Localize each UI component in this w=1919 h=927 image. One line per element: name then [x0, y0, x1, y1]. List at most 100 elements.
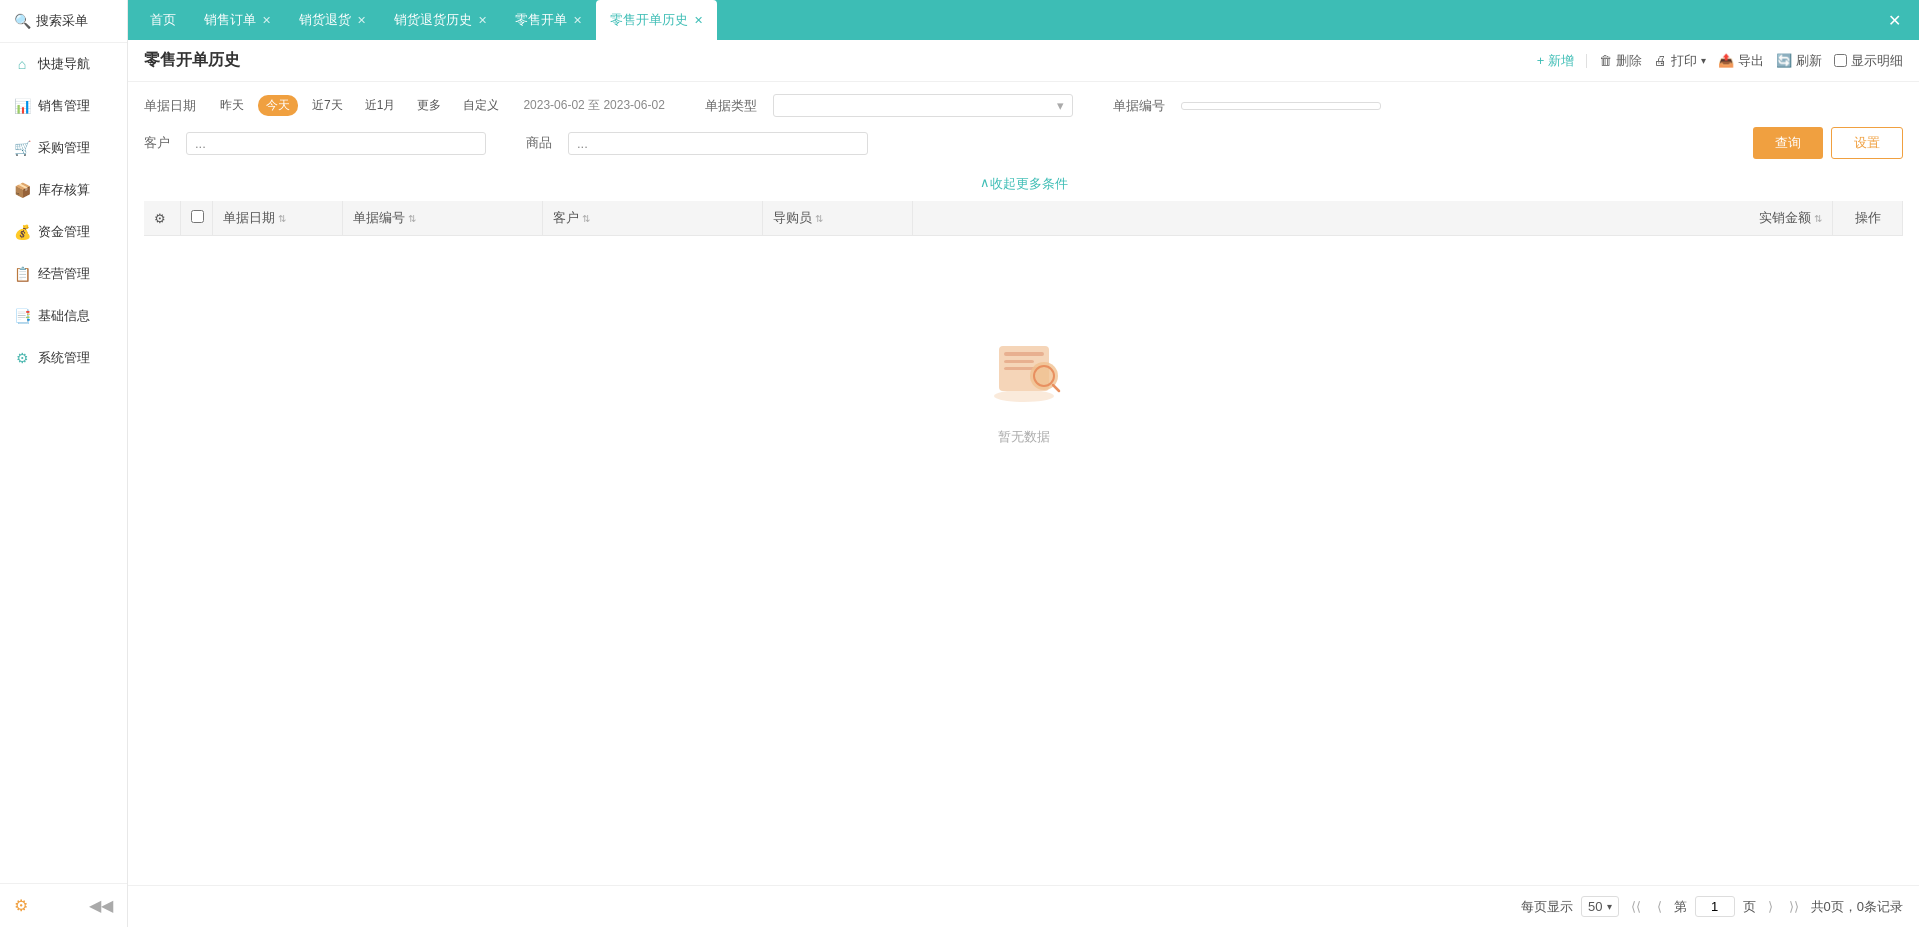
tabbar-close-all[interactable]: ✕: [1878, 11, 1911, 30]
th-salesman[interactable]: 导购员 ⇅: [762, 201, 912, 236]
sort-amount-icon: ⇅: [1814, 213, 1822, 224]
settings-button[interactable]: 设置: [1831, 127, 1903, 159]
date-btn-more[interactable]: 更多: [409, 95, 449, 116]
page-actions: + 新增 🗑 删除 🖨 打印 ▾ 📤 导出 🔄 刷: [1537, 52, 1903, 70]
export-button[interactable]: 📤 导出: [1718, 52, 1764, 70]
close-tab-retail-open[interactable]: ✕: [573, 14, 582, 27]
tab-retail-open-label: 零售开单: [515, 11, 567, 29]
next-page-btn[interactable]: ⟩: [1764, 899, 1777, 914]
print-label: 打印: [1671, 52, 1697, 70]
close-tab-retail-history[interactable]: ✕: [694, 14, 703, 27]
sidebar: 🔍 搜索采单 ⌂ 快捷导航 📊 销售管理 🛒 采购管理 📦 库存核算 💰 资金管…: [0, 0, 128, 927]
tab-retail-history-label: 零售开单历史: [610, 11, 688, 29]
tab-home[interactable]: 首页: [136, 0, 190, 40]
sidebar-search[interactable]: 🔍 搜索采单: [0, 0, 127, 43]
home-icon: ⌂: [14, 56, 30, 72]
th-amount-label: 实销金额: [1759, 209, 1811, 227]
th-settings[interactable]: ⚙: [144, 201, 180, 236]
page-label: 第: [1674, 898, 1687, 916]
delete-button[interactable]: 🗑 删除: [1599, 52, 1642, 70]
collapse-sidebar-icon[interactable]: ◀◀: [89, 896, 113, 915]
th-amount[interactable]: 实销金额 ⇅: [912, 201, 1833, 236]
th-actions-label: 操作: [1855, 210, 1881, 225]
tab-sales-return[interactable]: 销货退货 ✕: [285, 0, 380, 40]
sidebar-item-label: 系统管理: [38, 349, 90, 367]
date-btn-1month[interactable]: 近1月: [357, 95, 404, 116]
select-all-checkbox[interactable]: [191, 210, 204, 223]
per-page-select[interactable]: 50 ▾: [1581, 896, 1618, 917]
finance-icon: 💰: [14, 224, 30, 240]
export-label: 导出: [1738, 52, 1764, 70]
settings-label: 设置: [1854, 135, 1880, 150]
sidebar-item-label: 资金管理: [38, 223, 90, 241]
search-icon: 🔍: [14, 13, 30, 29]
first-page-btn[interactable]: ⟨⟨: [1627, 899, 1645, 914]
filter-row-2: 客户 ... 商品 ... 查询 设置: [144, 127, 1903, 159]
sidebar-item-basic[interactable]: 📑 基础信息: [0, 295, 127, 337]
collapse-filter-row[interactable]: ∧ 收起更多条件: [144, 169, 1903, 201]
close-tab-sales-return-history[interactable]: ✕: [478, 14, 487, 27]
th-actions: 操作: [1833, 201, 1903, 236]
date-btn-7days[interactable]: 近7天: [304, 95, 351, 116]
tab-sales-order[interactable]: 销售订单 ✕: [190, 0, 285, 40]
sidebar-item-shortcuts[interactable]: ⌂ 快捷导航: [0, 43, 127, 85]
th-salesman-label: 导购员: [773, 209, 812, 227]
sidebar-item-sales[interactable]: 📊 销售管理: [0, 85, 127, 127]
query-button[interactable]: 查询: [1753, 127, 1823, 159]
customer-label: 客户: [144, 134, 170, 152]
date-btn-today[interactable]: 今天: [258, 95, 298, 116]
date-btn-custom[interactable]: 自定义: [455, 95, 507, 116]
close-tab-sales-order[interactable]: ✕: [262, 14, 271, 27]
tab-retail-history[interactable]: 零售开单历史 ✕: [596, 0, 717, 40]
th-date[interactable]: 单据日期 ⇅: [212, 201, 342, 236]
last-page-btn[interactable]: ⟩⟩: [1785, 899, 1803, 914]
sidebar-item-inventory[interactable]: 📦 库存核算: [0, 169, 127, 211]
sidebar-item-system[interactable]: ⚙ 系统管理: [0, 337, 127, 379]
customer-select[interactable]: ...: [186, 132, 486, 155]
date-btn-yesterday[interactable]: 昨天: [212, 95, 252, 116]
sort-no-icon: ⇅: [408, 213, 416, 224]
bill-no-input[interactable]: [1181, 102, 1381, 110]
close-tab-sales-return[interactable]: ✕: [357, 14, 366, 27]
empty-state: 暂无数据: [144, 236, 1903, 526]
date-filter-buttons: 昨天 今天 近7天 近1月 更多 自定义: [212, 95, 507, 116]
sidebar-bottom: ⚙ ◀◀: [0, 883, 127, 927]
current-page-input[interactable]: [1695, 896, 1735, 917]
page-title: 零售开单历史: [144, 50, 240, 71]
delete-label: 删除: [1616, 52, 1642, 70]
sidebar-search-label: 搜索采单: [36, 12, 88, 30]
sort-customer-icon: ⇅: [582, 213, 590, 224]
collapse-label: 收起更多条件: [990, 175, 1068, 193]
empty-text: 暂无数据: [998, 428, 1050, 446]
show-detail-checkbox[interactable]: 显示明细: [1834, 52, 1903, 70]
print-button[interactable]: 🖨 打印 ▾: [1654, 52, 1706, 70]
refresh-button[interactable]: 🔄 刷新: [1776, 52, 1822, 70]
sidebar-item-finance[interactable]: 💰 资金管理: [0, 211, 127, 253]
sidebar-item-operations[interactable]: 📋 经营管理: [0, 253, 127, 295]
tab-sales-return-history[interactable]: 销货退货历史 ✕: [380, 0, 501, 40]
filter-row-1: 单据日期 昨天 今天 近7天 近1月 更多 自定义 2023-06-02 至 2…: [144, 94, 1903, 117]
sidebar-item-label: 销售管理: [38, 97, 90, 115]
column-settings-icon[interactable]: ⚙: [154, 211, 166, 226]
goods-select[interactable]: ...: [568, 132, 868, 155]
sidebar-item-purchase[interactable]: 🛒 采购管理: [0, 127, 127, 169]
bill-type-chevron: ▾: [1057, 98, 1064, 113]
bill-type-select[interactable]: ▾: [773, 94, 1073, 117]
th-checkbox[interactable]: [180, 201, 212, 236]
tabbar: 首页 销售订单 ✕ 销货退货 ✕ 销货退货历史 ✕ 零售开单 ✕ 零售开单历史 …: [128, 0, 1919, 40]
prev-page-btn[interactable]: ⟨: [1653, 899, 1666, 914]
total-info: 共0页，0条记录: [1811, 898, 1903, 916]
th-no[interactable]: 单据编号 ⇅: [342, 201, 542, 236]
customer-ellipsis: ...: [195, 136, 206, 151]
print-chevron-icon: ▾: [1701, 55, 1706, 66]
settings-bottom-icon[interactable]: ⚙: [14, 896, 28, 915]
filter-area: 单据日期 昨天 今天 近7天 近1月 更多 自定义 2023-06-02 至 2…: [128, 82, 1919, 201]
refresh-label: 刷新: [1796, 52, 1822, 70]
new-button[interactable]: + 新增: [1537, 52, 1574, 70]
divider1: [1586, 54, 1587, 68]
show-detail-input[interactable]: [1834, 54, 1847, 67]
svg-point-0: [994, 390, 1054, 402]
tab-retail-open[interactable]: 零售开单 ✕: [501, 0, 596, 40]
table-container: ⚙ 单据日期 ⇅ 单据编号: [128, 201, 1919, 885]
th-customer[interactable]: 客户 ⇅: [542, 201, 762, 236]
